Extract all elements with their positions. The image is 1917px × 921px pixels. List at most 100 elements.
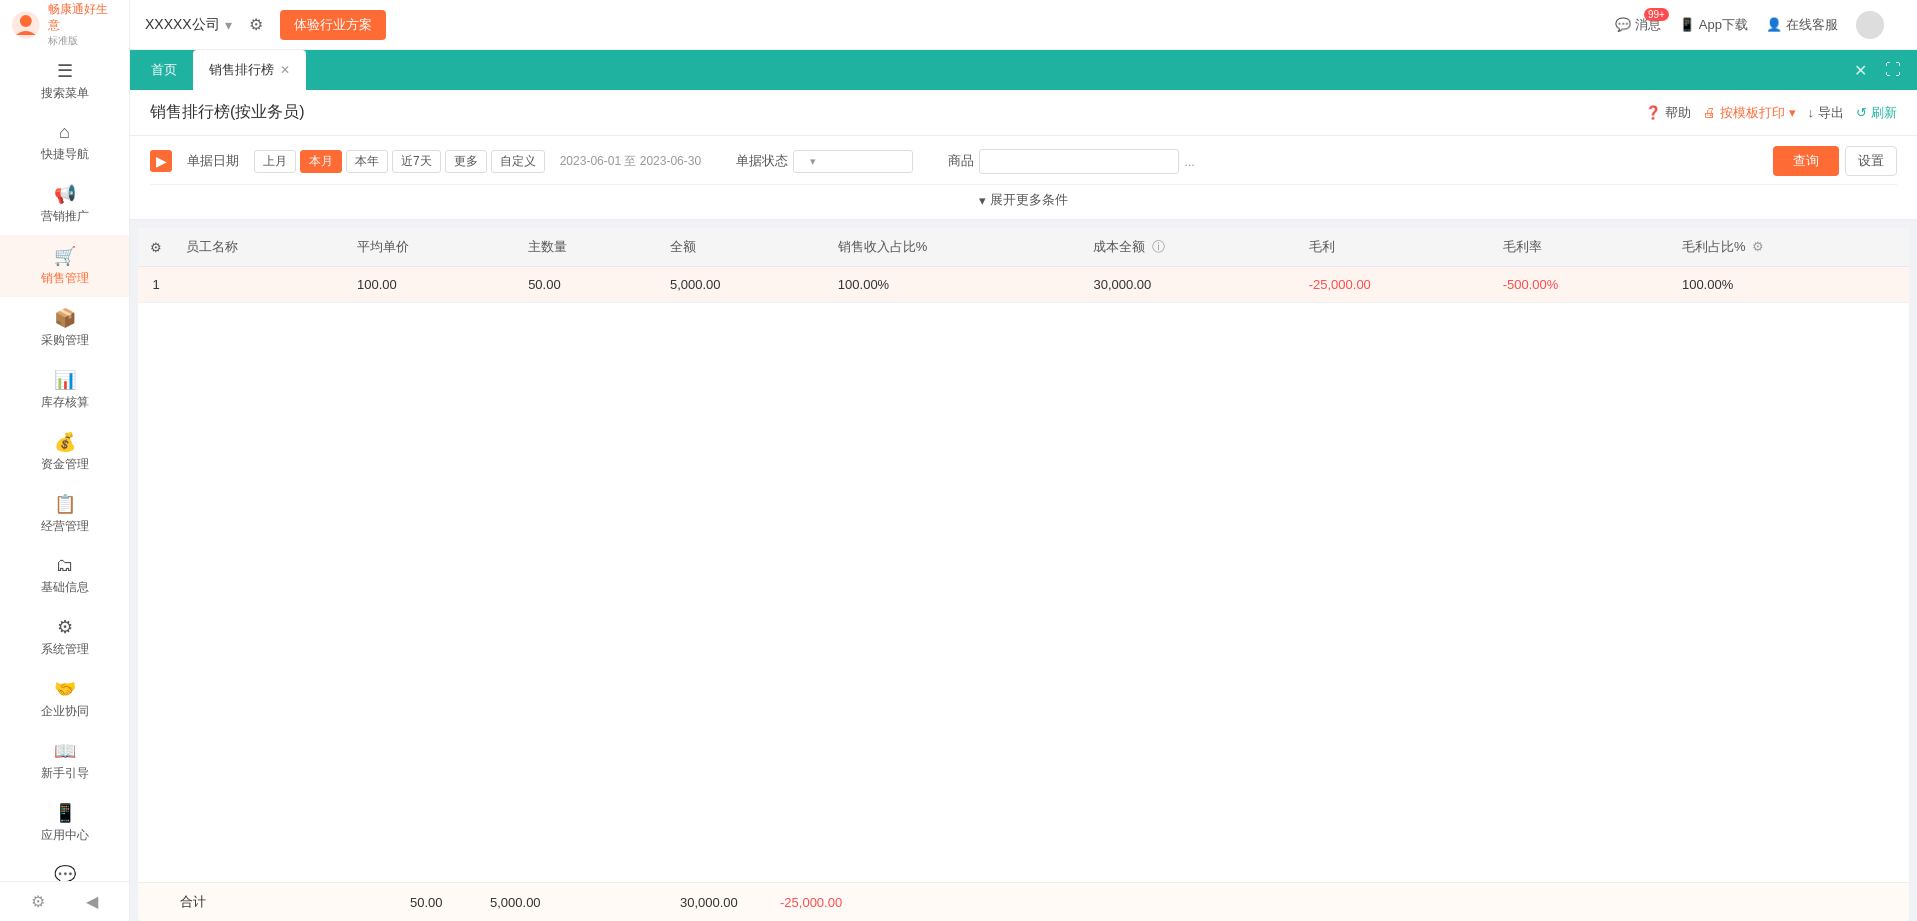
tabbar-actions: ✕ ⛶ [1846,56,1917,84]
th-gross-rate: 毛利率 [1491,228,1670,267]
sidebar-item-search[interactable]: ☰ 搜索菜单 [0,50,129,112]
export-button[interactable]: ↓ 导出 [1808,104,1845,122]
apps-icon: 📱 [54,802,76,824]
cost-info-icon[interactable]: ⓘ [1152,239,1165,254]
app-download-button[interactable]: 📱 App下载 [1679,16,1748,34]
main-content: XXXXX公司 ▾ ⚙ 体验行业方案 💬 消息 99+ 📱 App下载 👤 在线… [130,0,1917,921]
chevron-down-icon: ▾ [225,17,232,33]
gear-icon: ⚙ [249,15,263,34]
this-month-btn[interactable]: 本月 [300,150,342,173]
cell-amount: 5,000.00 [658,267,826,303]
sidebar-item-collab[interactable]: 🤝 企业协同 [0,668,129,730]
sidebar-item-basic-info[interactable]: 🗂 基础信息 [0,545,129,606]
avatar[interactable] [1856,11,1884,39]
sidebar-item-label-system: 系统管理 [41,641,89,658]
sidebar-item-label-apps: 应用中心 [41,827,89,844]
expand-conditions-btn[interactable]: ▾ 展开更多条件 [979,191,1068,209]
sidebar-settings-btn[interactable]: ⚙ [31,892,45,911]
more-conditions-btn[interactable]: ... [1184,154,1195,169]
sidebar-item-sales[interactable]: 🛒 销售管理 [0,235,129,297]
tab-close-icon[interactable]: ✕ [280,63,290,77]
sidebar-item-label-search: 搜索菜单 [41,85,89,102]
sidebar-footer: ⚙ ◀ [0,881,129,921]
refresh-icon: ↺ [1856,105,1867,120]
filter-expand-btn[interactable]: ▶ [150,150,172,172]
status-filter: 单据状态 ▾ [736,150,913,173]
sidebar-item-apps[interactable]: 📱 应用中心 [0,792,129,854]
topbar-settings-btn[interactable]: ⚙ [242,11,270,39]
search-button[interactable]: 查询 [1773,146,1839,176]
sidebar-item-operations[interactable]: 📋 经营管理 [0,483,129,545]
date-filter-label: 单据日期 [187,152,239,170]
column-settings-button[interactable]: 设置 [1845,146,1897,176]
guide-icon: 📖 [54,740,76,762]
status-select[interactable]: ▾ [793,150,913,173]
cell-name [174,267,345,303]
company-selector[interactable]: XXXXX公司 ▾ [145,16,232,34]
last-month-btn[interactable]: 上月 [254,150,296,173]
finance-icon: 💰 [54,431,76,453]
print-button[interactable]: 🖨 按模板打印 ▾ [1703,104,1796,122]
th-sales-pct: 销售收入占比% [826,228,1082,267]
trial-button[interactable]: 体验行业方案 [280,10,386,40]
sidebar-item-purchase[interactable]: 📦 采购管理 [0,297,129,359]
custom-btn[interactable]: 自定义 [491,150,545,173]
th-settings[interactable]: ⚙ [138,228,174,267]
sidebar-item-label-collab: 企业协同 [41,703,89,720]
online-service-icon: 👤 [1766,17,1782,32]
help-button[interactable]: ❓ 帮助 [1645,104,1691,122]
tab-home[interactable]: 首页 [135,50,193,90]
collab-icon: 🤝 [54,678,76,700]
sidebar-item-marketing[interactable]: 📢 营销推广 [0,173,129,235]
goods-input[interactable] [979,149,1179,174]
more-date-btn[interactable]: 更多 [445,150,487,173]
th-gross: 毛利 [1297,228,1491,267]
sidebar-item-label-operations: 经营管理 [41,518,89,535]
sidebar-item-system[interactable]: ⚙ 系统管理 [0,606,129,668]
marketing-icon: 📢 [54,183,76,205]
cell-sales-pct: 100.00% [826,267,1082,303]
empty-space [138,303,1909,882]
last7-btn[interactable]: 近7天 [392,150,441,173]
print-dropdown-icon: ▾ [1789,105,1796,120]
cell-gross-rate: -500.00% [1491,267,1670,303]
date-buttons: 上月 本月 本年 近7天 更多 自定义 [254,150,545,173]
sidebar-item-label-inventory: 库存核算 [41,394,89,411]
sidebar-item-shortcuts[interactable]: ⌂ 快捷导航 [0,112,129,173]
sidebar-item-label-marketing: 营销推广 [41,208,89,225]
sidebar-item-wechat[interactable]: 💬 企业微信 [0,854,129,881]
this-year-btn[interactable]: 本年 [346,150,388,173]
gross-pct-info-icon[interactable]: ⚙ [1752,239,1764,254]
refresh-button[interactable]: ↺ 刷新 [1856,104,1897,122]
logo: 畅康通好生意 标准版 [0,0,129,50]
goods-filter: 商品 ... [948,149,1195,174]
sidebar-item-label-guide: 新手引导 [41,765,89,782]
th-main-qty: 主数量 [516,228,658,267]
sidebar-item-label-finance: 资金管理 [41,456,89,473]
online-service-button[interactable]: 👤 在线客服 [1766,16,1838,34]
message-button[interactable]: 💬 消息 99+ [1615,16,1661,34]
data-table: ⚙ 员工名称 平均单价 主数量 全额 销售收入占比% 成本全额 ⓘ 毛利 毛利率 [138,228,1909,303]
basic-info-icon: 🗂 [56,555,74,576]
window-close-btn[interactable]: ✕ [1846,56,1874,84]
window-maximize-btn[interactable]: ⛶ [1879,56,1907,84]
logo-main-text: 畅康通好生意 [48,2,119,33]
settings-col-icon: ⚙ [150,240,162,255]
sidebar-collapse-btn[interactable]: ◀ [86,892,98,911]
goods-label: 商品 [948,152,974,170]
purchase-icon: 📦 [54,307,76,329]
cell-index: 1 [138,267,174,303]
logo-sub-text: 标准版 [48,34,119,48]
sidebar-item-finance[interactable]: 💰 资金管理 [0,421,129,483]
th-avg-price: 平均单价 [345,228,516,267]
tabbar: 首页 销售排行榜 ✕ ✕ ⛶ [130,50,1917,90]
sales-icon: 🛒 [54,245,76,267]
cell-main-qty: 50.00 [516,267,658,303]
cell-gross-pct: 100.00% [1670,267,1909,303]
home-icon: ⌂ [59,122,70,143]
sidebar-item-inventory[interactable]: 📊 库存核算 [0,359,129,421]
tab-sales-ranking[interactable]: 销售排行榜 ✕ [193,50,306,90]
sidebar-item-guide[interactable]: 📖 新手引导 [0,730,129,792]
topbar-left: XXXXX公司 ▾ ⚙ 体验行业方案 [145,10,386,40]
status-label: 单据状态 [736,152,788,170]
